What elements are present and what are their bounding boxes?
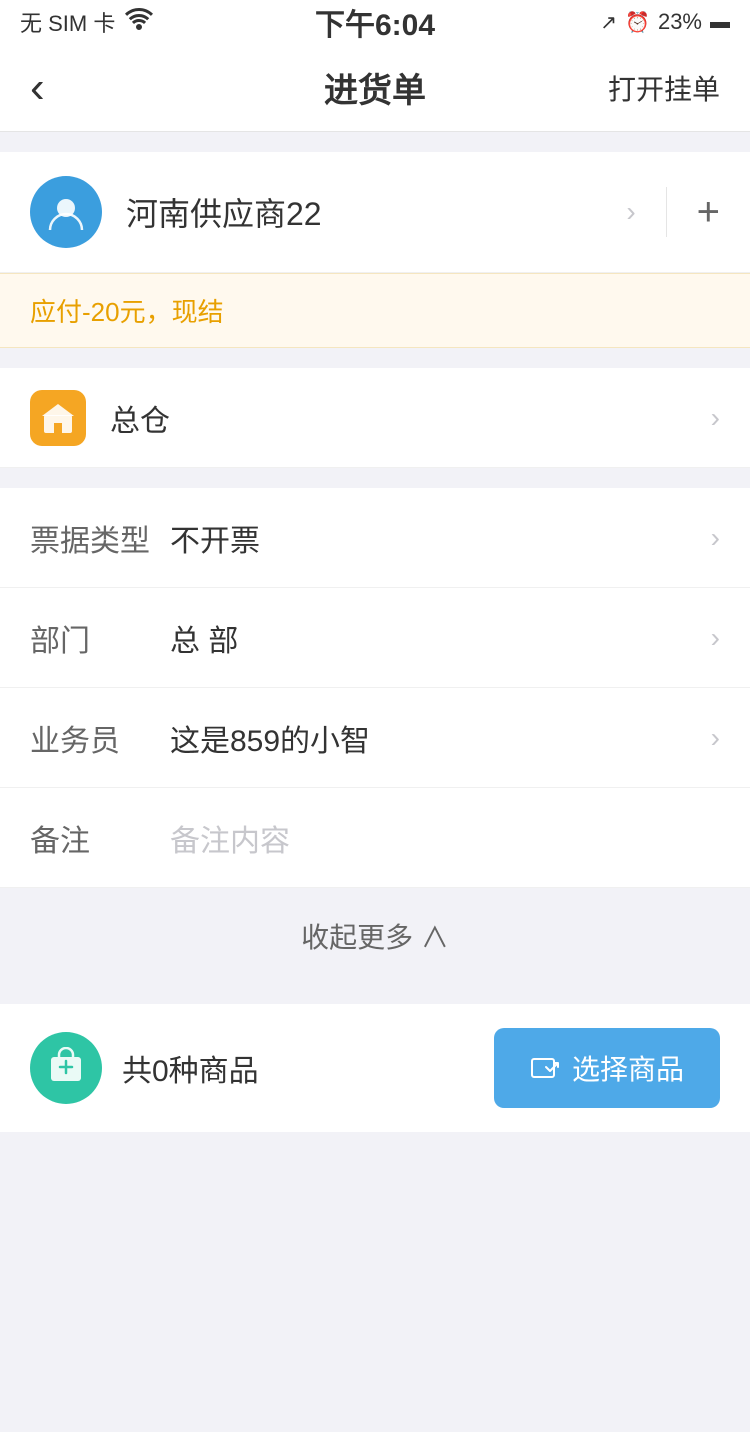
wifi-icon [125, 8, 153, 37]
select-product-button[interactable]: 选择商品 [494, 1028, 720, 1108]
salesperson-label: 业务员 [30, 716, 170, 760]
supplier-avatar [30, 176, 102, 248]
salesperson-chevron-icon: › [711, 722, 720, 754]
invoice-type-value: 不开票 [170, 516, 711, 560]
product-count: 共0种商品 [122, 1046, 474, 1090]
collapse-label: 收起更多 ∧ [301, 916, 449, 956]
invoice-type-chevron-icon: › [711, 522, 720, 554]
section-gap-1 [0, 132, 750, 152]
signal-text: 无 SIM 卡 [20, 6, 115, 38]
open-pending-button[interactable]: 打开挂单 [608, 68, 720, 108]
status-left: 无 SIM 卡 [20, 6, 153, 38]
section-gap-4 [0, 984, 750, 1004]
page-title: 进货单 [324, 63, 426, 112]
add-button[interactable]: + [697, 190, 720, 235]
form-section: 票据类型 不开票 › 部门 总 部 › 业务员 这是859的小智 › 备注 备注… [0, 488, 750, 888]
warehouse-chevron-icon: › [711, 402, 720, 434]
remark-row[interactable]: 备注 备注内容 [0, 788, 750, 888]
remark-input[interactable]: 备注内容 [170, 816, 720, 860]
invoice-type-row[interactable]: 票据类型 不开票 › [0, 488, 750, 588]
notice-row: 应付-20元，现结 [0, 273, 750, 348]
supplier-divider [666, 187, 667, 237]
section-gap-2 [0, 348, 750, 368]
collapse-row[interactable]: 收起更多 ∧ [0, 888, 750, 984]
product-bar: 共0种商品 选择商品 [0, 1004, 750, 1132]
supplier-section: 河南供应商22 › + 应付-20元，现结 [0, 152, 750, 348]
salesperson-row[interactable]: 业务员 这是859的小智 › [0, 688, 750, 788]
select-product-label: 选择商品 [572, 1048, 684, 1088]
battery-icon: ▬ [710, 11, 730, 34]
warehouse-row[interactable]: 总仓 › [0, 368, 750, 468]
department-row[interactable]: 部门 总 部 › [0, 588, 750, 688]
supplier-row[interactable]: 河南供应商22 › + [0, 152, 750, 273]
salesperson-value: 这是859的小智 [170, 716, 711, 760]
nav-bar: ‹ 进货单 打开挂单 [0, 44, 750, 132]
invoice-type-label: 票据类型 [30, 516, 170, 560]
supplier-name: 河南供应商22 [126, 189, 626, 235]
department-label: 部门 [30, 616, 170, 660]
back-button[interactable]: ‹ [30, 63, 90, 113]
status-bar: 无 SIM 卡 下午6:04 ↗ ⏰ 23% ▬ [0, 0, 750, 44]
notice-text: 应付-20元，现结 [30, 297, 224, 327]
status-right: ↗ ⏰ 23% ▬ [600, 9, 730, 35]
location-icon: ↗ [600, 10, 617, 35]
remark-label: 备注 [30, 816, 170, 860]
section-gap-3 [0, 468, 750, 488]
status-time: 下午6:04 [315, 0, 435, 44]
product-icon [30, 1032, 102, 1104]
department-chevron-icon: › [711, 622, 720, 654]
remaining-background [0, 1132, 750, 1432]
department-value: 总 部 [170, 616, 711, 660]
supplier-chevron-icon: › [626, 196, 635, 228]
warehouse-icon [30, 390, 86, 446]
warehouse-section: 总仓 › [0, 368, 750, 468]
alarm-icon: ⏰ [625, 10, 650, 35]
battery-text: 23% [658, 9, 702, 35]
warehouse-name: 总仓 [110, 396, 711, 440]
